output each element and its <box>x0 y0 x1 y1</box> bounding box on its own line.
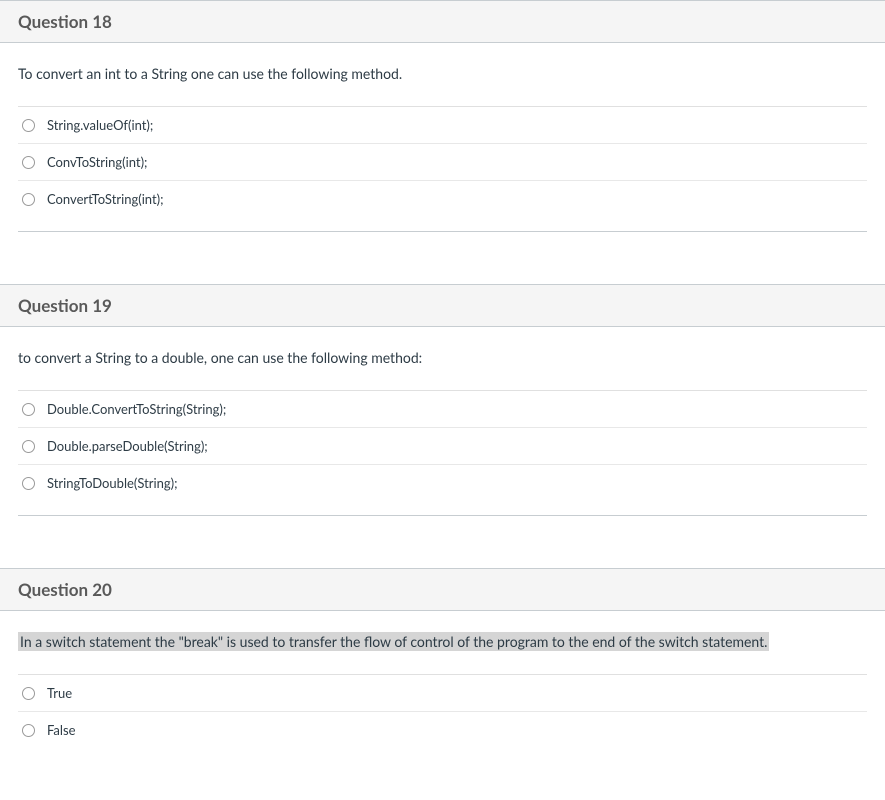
option-label: True <box>47 685 72 701</box>
question-block-18: Question 18 To convert an int to a Strin… <box>0 0 885 244</box>
divider <box>18 231 867 232</box>
option-row[interactable]: ConvertToString(int); <box>18 181 867 217</box>
option-label: ConvertToString(int); <box>47 191 164 207</box>
question-prompt: In a switch statement the "break" is use… <box>18 632 769 651</box>
option-label: Double.parseDouble(String); <box>47 438 208 454</box>
question-prompt: To convert an int to a String one can us… <box>18 65 867 82</box>
radio-icon[interactable] <box>22 687 35 700</box>
option-label: Double.ConvertToString(String); <box>47 401 226 417</box>
option-row[interactable]: ConvToString(int); <box>18 144 867 181</box>
option-row[interactable]: True <box>18 675 867 712</box>
question-prompt-wrap: In a switch statement the "break" is use… <box>18 633 867 650</box>
option-row[interactable]: StringToDouble(String); <box>18 465 867 501</box>
radio-icon[interactable] <box>22 156 35 169</box>
radio-icon[interactable] <box>22 119 35 132</box>
question-body: In a switch statement the "break" is use… <box>0 611 885 760</box>
question-prompt: to convert a String to a double, one can… <box>18 349 867 366</box>
option-row[interactable]: Double.ConvertToString(String); <box>18 391 867 428</box>
radio-icon[interactable] <box>22 724 35 737</box>
question-header: Question 19 <box>0 284 885 327</box>
radio-icon[interactable] <box>22 403 35 416</box>
option-label: String.valueOf(int); <box>47 117 153 133</box>
question-header: Question 20 <box>0 568 885 611</box>
radio-icon[interactable] <box>22 440 35 453</box>
option-label: False <box>47 722 75 738</box>
option-row[interactable]: False <box>18 712 867 748</box>
option-row[interactable]: String.valueOf(int); <box>18 107 867 144</box>
divider <box>18 515 867 516</box>
question-header: Question 18 <box>0 0 885 43</box>
question-block-20: Question 20 In a switch statement the "b… <box>0 568 885 760</box>
radio-icon[interactable] <box>22 477 35 490</box>
radio-icon[interactable] <box>22 193 35 206</box>
question-body: to convert a String to a double, one can… <box>0 327 885 528</box>
option-label: StringToDouble(String); <box>47 475 178 491</box>
option-label: ConvToString(int); <box>47 154 147 170</box>
question-body: To convert an int to a String one can us… <box>0 43 885 244</box>
question-block-19: Question 19 to convert a String to a dou… <box>0 284 885 528</box>
option-row[interactable]: Double.parseDouble(String); <box>18 428 867 465</box>
